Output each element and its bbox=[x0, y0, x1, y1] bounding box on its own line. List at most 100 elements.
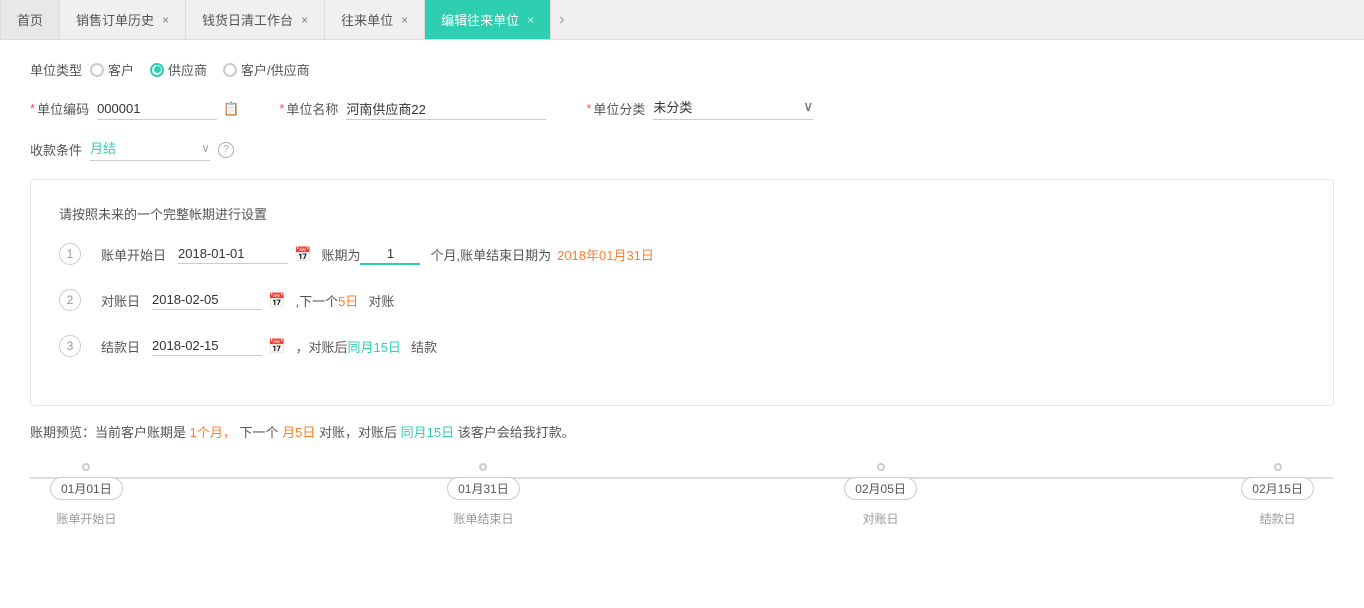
step-2-label: 对账日 bbox=[101, 291, 140, 310]
tab-sales-history-close[interactable]: × bbox=[162, 13, 169, 27]
step-3-suffix: 结款 bbox=[411, 337, 437, 356]
tab-home-label: 首页 bbox=[17, 10, 43, 29]
payment-terms-dropdown[interactable]: 月结 ∨ bbox=[90, 138, 210, 161]
radio-both-label: 客户/供应商 bbox=[241, 60, 310, 79]
unit-code-icon[interactable]: 📋 bbox=[223, 101, 239, 117]
preview-payment-day: 同月15日 bbox=[401, 425, 454, 440]
step-1-num: 1 bbox=[59, 243, 81, 265]
unit-category-dropdown[interactable]: 未分类 ∨ bbox=[653, 97, 813, 120]
preview-period: 1个月， bbox=[190, 425, 236, 440]
unit-category-group: * 单位分类 未分类 ∨ bbox=[586, 97, 813, 120]
radio-customer[interactable]: 客户 bbox=[90, 60, 134, 79]
unit-category-star: * bbox=[586, 101, 591, 116]
preview-reconcile-day: 月5日 bbox=[282, 425, 315, 440]
timeline-label-1: 账单结束日 bbox=[453, 510, 513, 527]
step-1-row: 1 账单开始日 📅 账期为 个月,账单结束日期为 2018年01月31日 bbox=[59, 243, 1305, 265]
unit-type-label: 单位类型 bbox=[30, 60, 82, 79]
payment-terms-arrow-icon: ∨ bbox=[201, 141, 210, 155]
tab-sales-history-label: 销售订单历史 bbox=[76, 10, 154, 29]
radio-supplier-label: 供应商 bbox=[168, 60, 207, 79]
radio-supplier[interactable]: 供应商 bbox=[150, 60, 207, 79]
step-1-label: 账单开始日 bbox=[101, 245, 166, 264]
tab-bar: 首页 销售订单历史 × 钱货日清工作台 × 往来单位 × 编辑往来单位 × › bbox=[0, 0, 1364, 40]
radio-customer-circle bbox=[90, 63, 104, 77]
tab-edit-partner-close[interactable]: × bbox=[527, 13, 534, 27]
radio-group: 客户 供应商 客户/供应商 bbox=[90, 60, 310, 79]
unit-category-value: 未分类 bbox=[653, 97, 797, 116]
timeline: 01月01日 账单开始日 01月31日 账单结束日 02月05日 对账日 02月… bbox=[30, 461, 1334, 527]
unit-category-label: 单位分类 bbox=[593, 99, 645, 118]
preview-section: 账期预览：当前客户账期是 1个月， 下一个 月5日 对账，对账后 同月15日 该… bbox=[30, 422, 1334, 441]
tab-home[interactable]: 首页 bbox=[0, 0, 60, 39]
timeline-point-2: 02月05日 对账日 bbox=[844, 461, 917, 527]
tab-cashier-label: 钱货日清工作台 bbox=[202, 10, 293, 29]
tab-scroll-right[interactable]: › bbox=[551, 0, 572, 39]
tab-partner[interactable]: 往来单位 × bbox=[325, 0, 425, 39]
step-3-date-input[interactable] bbox=[152, 336, 262, 356]
unit-code-star: * bbox=[30, 101, 35, 116]
step-3-row: 3 结款日 📅 ，对账后 同月15日 结款 bbox=[59, 335, 1305, 357]
unit-category-arrow-icon: ∨ bbox=[803, 98, 813, 115]
timeline-label-3: 结款日 bbox=[1260, 510, 1296, 527]
step-2-calendar-icon[interactable]: 📅 bbox=[268, 292, 285, 309]
timeline-dot-1 bbox=[479, 463, 487, 471]
step-2-num: 2 bbox=[59, 289, 81, 311]
tab-edit-partner[interactable]: 编辑往来单位 × bbox=[425, 0, 551, 39]
payment-terms-label: 收款条件 bbox=[30, 140, 82, 159]
step-3-num: 3 bbox=[59, 335, 81, 357]
timeline-point-1: 01月31日 账单结束日 bbox=[447, 461, 520, 527]
unit-name-input[interactable] bbox=[346, 98, 546, 120]
step-1-calendar-icon[interactable]: 📅 bbox=[294, 246, 311, 263]
payment-terms-help-icon[interactable]: ? bbox=[218, 142, 234, 158]
step-1-period-unit: 个月,账单结束日期为 bbox=[430, 245, 551, 264]
payment-terms-value: 月结 bbox=[90, 138, 195, 157]
payment-terms-row: 收款条件 月结 ∨ ? bbox=[30, 138, 1334, 161]
timeline-badge-2: 02月05日 bbox=[844, 477, 917, 500]
timeline-label-0: 账单开始日 bbox=[56, 510, 116, 527]
payment-terms-group: 收款条件 月结 ∨ ? bbox=[30, 138, 234, 161]
unit-code-group: * 单位编码 📋 bbox=[30, 98, 239, 120]
tab-partner-label: 往来单位 bbox=[341, 10, 393, 29]
preview-middle2: 对账，对账后 bbox=[319, 425, 397, 440]
step-1-end-date: 2018年01月31日 bbox=[557, 245, 654, 264]
unit-type-row: 单位类型 客户 供应商 客户/供应商 bbox=[30, 60, 1334, 79]
step-2-suffix: 对账 bbox=[368, 291, 394, 310]
timeline-badge-0: 01月01日 bbox=[50, 477, 123, 500]
radio-both-circle bbox=[223, 63, 237, 77]
step-1-date-input[interactable] bbox=[178, 244, 288, 264]
step-2-row: 2 对账日 📅 ,下一个 5日 对账 bbox=[59, 289, 1305, 311]
code-name-category-row: * 单位编码 📋 * 单位名称 * 单位分类 未分类 ∨ bbox=[30, 97, 1334, 120]
tab-cashier-close[interactable]: × bbox=[301, 13, 308, 27]
tab-edit-partner-label: 编辑往来单位 bbox=[441, 10, 519, 29]
unit-name-group: * 单位名称 bbox=[279, 98, 546, 120]
preview-middle: 下一个 bbox=[240, 425, 279, 440]
timeline-point-0: 01月01日 账单开始日 bbox=[50, 461, 123, 527]
timeline-dot-0 bbox=[82, 463, 90, 471]
preview-suffix: 该客户会给我打款。 bbox=[458, 425, 575, 440]
timeline-point-3: 02月15日 结款日 bbox=[1241, 461, 1314, 527]
preview-prefix: 账期预览：当前客户账期是 bbox=[30, 425, 186, 440]
page-content: 单位类型 客户 供应商 客户/供应商 * 单位编码 bbox=[0, 40, 1364, 608]
unit-code-input[interactable] bbox=[97, 98, 217, 120]
radio-both[interactable]: 客户/供应商 bbox=[223, 60, 310, 79]
radio-supplier-circle bbox=[150, 63, 164, 77]
tab-cashier[interactable]: 钱货日清工作台 × bbox=[186, 0, 325, 39]
unit-type-group: 单位类型 客户 供应商 客户/供应商 bbox=[30, 60, 310, 79]
timeline-dot-2 bbox=[877, 463, 885, 471]
step-1-period-input[interactable] bbox=[360, 244, 420, 265]
step-3-day-highlight: 同月15日 bbox=[347, 337, 400, 356]
radio-customer-label: 客户 bbox=[108, 60, 134, 79]
step-3-label: 结款日 bbox=[101, 337, 140, 356]
tab-sales-history[interactable]: 销售订单历史 × bbox=[60, 0, 186, 39]
tab-partner-close[interactable]: × bbox=[401, 13, 408, 27]
card-title: 请按照未来的一个完整帐期进行设置 bbox=[59, 204, 1305, 223]
unit-name-star: * bbox=[279, 101, 284, 116]
timeline-label-2: 对账日 bbox=[863, 510, 899, 527]
unit-code-label: 单位编码 bbox=[37, 99, 89, 118]
settings-card: 请按照未来的一个完整帐期进行设置 1 账单开始日 📅 账期为 个月,账单结束日期… bbox=[30, 179, 1334, 406]
step-2-date-input[interactable] bbox=[152, 290, 262, 310]
timeline-badge-1: 01月31日 bbox=[447, 477, 520, 500]
step-3-calendar-icon[interactable]: 📅 bbox=[268, 338, 285, 355]
timeline-points: 01月01日 账单开始日 01月31日 账单结束日 02月05日 对账日 02月… bbox=[50, 461, 1314, 527]
timeline-badge-3: 02月15日 bbox=[1241, 477, 1314, 500]
